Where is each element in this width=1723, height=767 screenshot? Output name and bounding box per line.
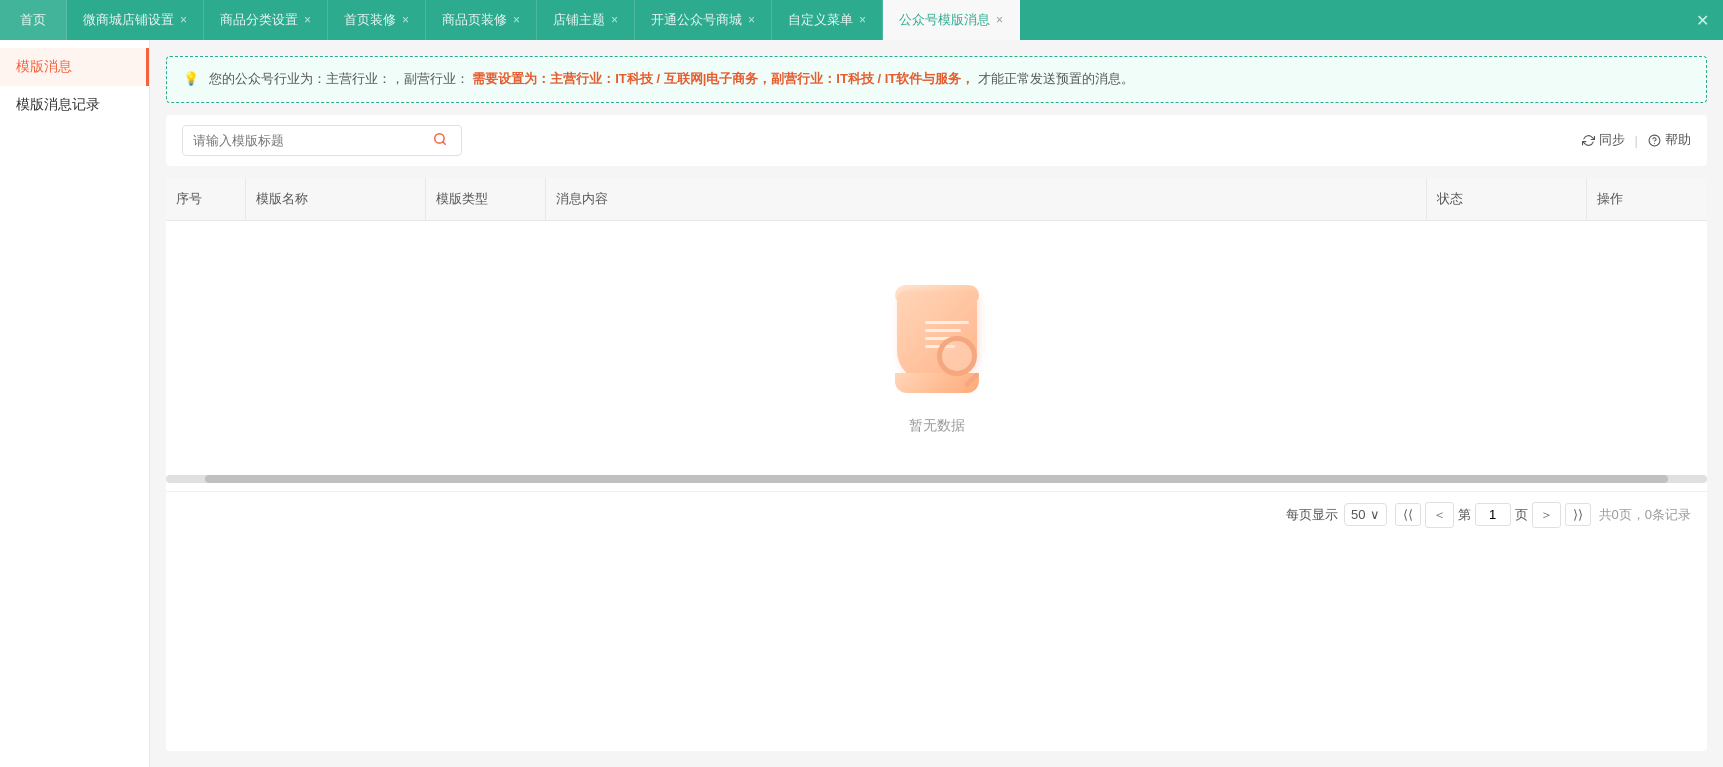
empty-text: 暂无数据 xyxy=(909,417,965,435)
notice-banner: 💡 您的公众号行业为：主营行业：，副营行业： 需要设置为：主营行业：IT科技 /… xyxy=(166,56,1707,103)
tab-wechat-shop-label: 开通公众号商城 xyxy=(651,11,742,29)
search-input-wrapper xyxy=(182,125,462,156)
sync-button[interactable]: 同步 xyxy=(1582,131,1625,149)
scrollbar-thumb xyxy=(205,475,1669,483)
sidebar-item-template-records[interactable]: 模版消息记录 xyxy=(0,86,149,124)
tab-weshop-close[interactable]: × xyxy=(180,14,187,26)
tab-product-decor-close[interactable]: × xyxy=(513,14,520,26)
tab-homepage-decor-label: 首页装修 xyxy=(344,11,396,29)
tab-category-label: 商品分类设置 xyxy=(220,11,298,29)
page-size-wrapper: 每页显示 50 ∨ xyxy=(1286,503,1386,526)
col-index: 序号 xyxy=(166,178,246,220)
tab-wechat-shop[interactable]: 开通公众号商城 × xyxy=(635,0,772,40)
page-label-after: 页 xyxy=(1515,506,1528,524)
tab-template-msg-close[interactable]: × xyxy=(996,14,1003,26)
total-info: 共0页，0条记录 xyxy=(1599,506,1691,524)
sidebar-item-template-msg-label: 模版消息 xyxy=(16,58,72,74)
tab-home-label: 首页 xyxy=(20,11,46,29)
notice-suffix: 才能正常发送预置的消息。 xyxy=(978,71,1134,86)
tab-template-msg[interactable]: 公众号模版消息 × xyxy=(883,0,1020,40)
sidebar-item-template-records-label: 模版消息记录 xyxy=(16,96,100,112)
tab-weshop[interactable]: 微商城店铺设置 × xyxy=(67,0,204,40)
notice-prefix: 您的公众号行业为：主营行业：，副营行业： xyxy=(209,71,469,86)
page-nav: ⟨⟨ ＜ 第 页 ＞ ⟩⟩ xyxy=(1395,502,1591,528)
empty-illustration xyxy=(877,281,997,401)
tab-homepage-decor-close[interactable]: × xyxy=(402,14,409,26)
col-type: 模版类型 xyxy=(426,178,546,220)
search-actions: 同步 | 帮助 xyxy=(1582,131,1691,149)
tab-custom-menu-label: 自定义菜单 xyxy=(788,11,853,29)
tab-weshop-label: 微商城店铺设置 xyxy=(83,11,174,29)
search-input[interactable] xyxy=(183,127,423,154)
tab-product-decor[interactable]: 商品页装修 × xyxy=(426,0,537,40)
search-bar: 同步 | 帮助 xyxy=(166,115,1707,166)
scrollbar-area[interactable] xyxy=(166,475,1707,483)
help-button[interactable]: 帮助 xyxy=(1648,131,1691,149)
tab-theme-close[interactable]: × xyxy=(611,14,618,26)
table-container: 序号 模版名称 模版类型 消息内容 状态 操作 xyxy=(166,178,1707,751)
main-layout: 模版消息 模版消息记录 💡 您的公众号行业为：主营行业：，副营行业： 需要设置为… xyxy=(0,40,1723,767)
sidebar: 模版消息 模版消息记录 xyxy=(0,40,150,767)
scroll-line-1 xyxy=(925,321,969,324)
page-size-label: 每页显示 xyxy=(1286,506,1338,524)
sync-label: 同步 xyxy=(1599,131,1625,149)
table-header: 序号 模版名称 模版类型 消息内容 状态 操作 xyxy=(166,178,1707,221)
chevron-down-icon: ∨ xyxy=(1370,507,1380,522)
notice-highlight: 需要设置为：主营行业：IT科技 / 互联网|电子商务，副营行业：IT科技 / I… xyxy=(472,71,974,86)
tab-theme-label: 店铺主题 xyxy=(553,11,605,29)
tab-category-close[interactable]: × xyxy=(304,14,311,26)
tab-homepage-decor[interactable]: 首页装修 × xyxy=(328,0,426,40)
search-button[interactable] xyxy=(423,126,457,155)
page-size-select[interactable]: 50 ∨ xyxy=(1344,503,1386,526)
page-label-before: 第 xyxy=(1458,506,1471,524)
help-label: 帮助 xyxy=(1665,131,1691,149)
scroll-line-2 xyxy=(925,329,961,332)
sidebar-item-template-msg[interactable]: 模版消息 xyxy=(0,48,149,86)
tab-custom-menu[interactable]: 自定义菜单 × xyxy=(772,0,883,40)
next-page-button[interactable]: ＞ xyxy=(1532,502,1561,528)
col-status: 状态 xyxy=(1427,178,1587,220)
close-all-tabs-button[interactable]: ✕ xyxy=(1682,11,1723,30)
tab-category[interactable]: 商品分类设置 × xyxy=(204,0,328,40)
first-page-button[interactable]: ⟨⟨ xyxy=(1395,503,1421,526)
lightbulb-icon: 💡 xyxy=(183,71,199,86)
col-action: 操作 xyxy=(1587,178,1707,220)
last-page-button[interactable]: ⟩⟩ xyxy=(1565,503,1591,526)
col-content: 消息内容 xyxy=(546,178,1427,220)
svg-line-1 xyxy=(443,142,446,145)
tab-home[interactable]: 首页 xyxy=(0,0,67,40)
content-area: 💡 您的公众号行业为：主营行业：，副营行业： 需要设置为：主营行业：IT科技 /… xyxy=(150,40,1723,767)
tab-theme[interactable]: 店铺主题 × xyxy=(537,0,635,40)
tab-custom-menu-close[interactable]: × xyxy=(859,14,866,26)
tab-product-decor-label: 商品页装修 xyxy=(442,11,507,29)
tab-bar: 首页 微商城店铺设置 × 商品分类设置 × 首页装修 × 商品页装修 × 店铺主… xyxy=(0,0,1723,40)
pagination: 每页显示 50 ∨ ⟨⟨ ＜ 第 页 ＞ ⟩⟩ xyxy=(166,491,1707,538)
tab-wechat-shop-close[interactable]: × xyxy=(748,14,755,26)
page-number-input[interactable] xyxy=(1475,503,1511,526)
empty-state: 暂无数据 xyxy=(166,221,1707,475)
page-input-wrapper: 第 页 xyxy=(1458,503,1528,526)
page-size-value: 50 xyxy=(1351,507,1365,522)
divider: | xyxy=(1635,133,1638,148)
prev-page-button[interactable]: ＜ xyxy=(1425,502,1454,528)
magnifier-icon xyxy=(937,336,977,376)
col-name: 模版名称 xyxy=(246,178,426,220)
tab-template-msg-label: 公众号模版消息 xyxy=(899,11,990,29)
